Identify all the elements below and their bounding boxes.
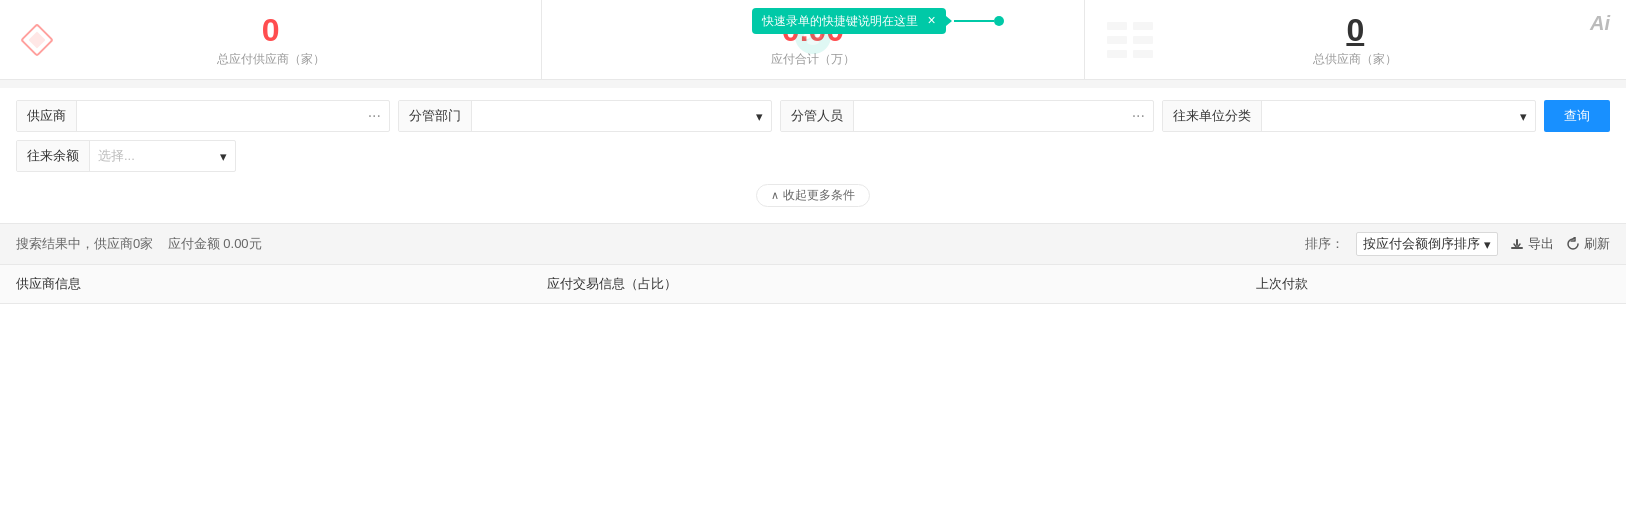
unit-label: 往来单位分类 [1163,101,1262,131]
dept-chevron-icon: ▾ [756,109,763,124]
balance-chevron-icon: ▾ [220,149,227,164]
payable-suppliers-label: 总应付供应商（家） [217,51,325,68]
sort-value: 按应付会额倒序排序 [1363,235,1480,253]
tooltip-bubble: 快速录单的快捷键说明在这里 × [752,8,946,34]
dept-select[interactable]: ▾ [472,109,771,124]
query-button[interactable]: 查询 [1544,100,1610,132]
collapse-bar: ∧ 收起更多条件 [16,180,1610,215]
col-transaction-header: 应付交易信息（占比） [547,275,1255,293]
total-suppliers-label: 总供应商（家） [1313,51,1397,68]
supplier-filter: 供应商 ··· [16,100,390,132]
collapse-button[interactable]: ∧ 收起更多条件 [756,184,870,207]
dept-filter: 分管部门 ▾ [398,100,772,132]
table-area: 供应商信息 应付交易信息（占比） 上次付款 [0,265,1626,515]
svg-rect-10 [1107,36,1127,44]
unit-select[interactable]: ▾ [1262,109,1535,124]
col-lastpay-header: 上次付款 [1256,275,1610,293]
refresh-label: 刷新 [1584,235,1610,253]
tooltip-close-btn[interactable]: × [927,12,935,28]
stat-payable-suppliers: 0 总应付供应商（家） [0,0,542,79]
collapse-up-icon: ∧ [771,189,779,202]
stat-total-suppliers: 0 总供应商（家） Ai [1085,0,1626,79]
balance-filter: 往来余额 选择... ▾ [16,140,236,172]
svg-rect-11 [1133,36,1153,44]
table-header: 供应商信息 应付交易信息（占比） 上次付款 [0,265,1626,304]
tooltip-dot [994,16,1004,26]
diamond-logo-icon [18,21,56,59]
svg-rect-12 [1107,50,1127,58]
svg-rect-13 [1133,50,1153,58]
export-button[interactable]: 导出 [1510,235,1554,253]
balance-placeholder: 选择... [98,147,135,165]
grid-icon [1105,20,1155,60]
filter-area: 供应商 ··· 分管部门 ▾ 分管人员 ··· 往来单位分类 ▾ 查询 [0,88,1626,224]
tooltip-line [954,20,994,22]
refresh-icon [1566,237,1580,251]
col-supplier-header: 供应商信息 [16,275,547,293]
supplier-label: 供应商 [17,101,77,131]
collapse-label: 收起更多条件 [783,187,855,204]
person-filter: 分管人员 ··· [780,100,1154,132]
top-stats-bar: 0 总应付供应商（家） 快速录单的快捷键说明在这里 × 0.00 [0,0,1626,80]
table-body [0,304,1626,515]
result-summary: 搜索结果中，供应商0家 应付金额 0.00元 [16,235,262,253]
svg-point-7 [807,39,819,45]
stat-payable-total: 快速录单的快捷键说明在这里 × 0.00 应付合计（万） [542,0,1084,79]
svg-rect-8 [1107,22,1127,30]
unit-chevron-icon: ▾ [1520,109,1527,124]
total-suppliers-number: 0 [1346,11,1364,49]
balance-label: 往来余额 [17,141,90,171]
export-icon [1510,237,1524,251]
supplier-input[interactable] [77,101,360,131]
svg-rect-1 [29,31,46,48]
tooltip-text: 快速录单的快捷键说明在这里 [762,14,918,28]
supplier-dots-btn[interactable]: ··· [360,107,389,125]
result-actions: 排序： 按应付会额倒序排序 ▾ 导出 刷新 [1305,232,1610,256]
payable-suppliers-number: 0 [262,11,280,49]
sort-label: 排序： [1305,235,1344,253]
amount-summary-text: 应付金额 0.00元 [168,236,262,251]
filter-row-1: 供应商 ··· 分管部门 ▾ 分管人员 ··· 往来单位分类 ▾ 查询 [16,100,1610,132]
export-label: 导出 [1528,235,1554,253]
person-input[interactable] [854,101,1124,131]
sort-select[interactable]: 按应付会额倒序排序 ▾ [1356,232,1498,256]
ai-badge[interactable]: Ai [1590,12,1610,35]
svg-rect-15 [1516,239,1518,246]
sort-chevron-icon: ▾ [1484,237,1491,252]
svg-rect-9 [1133,22,1153,30]
person-label: 分管人员 [781,101,854,131]
unit-filter: 往来单位分类 ▾ [1162,100,1536,132]
search-summary-text: 搜索结果中，供应商0家 [16,236,153,251]
result-bar: 搜索结果中，供应商0家 应付金额 0.00元 排序： 按应付会额倒序排序 ▾ 导… [0,224,1626,265]
balance-select[interactable]: 选择... ▾ [90,147,235,165]
filter-row-2: 往来余额 选择... ▾ [16,140,1610,172]
dept-label: 分管部门 [399,101,472,131]
person-dots-btn[interactable]: ··· [1124,107,1153,125]
tooltip-container: 快速录单的快捷键说明在这里 × [752,8,1004,34]
refresh-button[interactable]: 刷新 [1566,235,1610,253]
